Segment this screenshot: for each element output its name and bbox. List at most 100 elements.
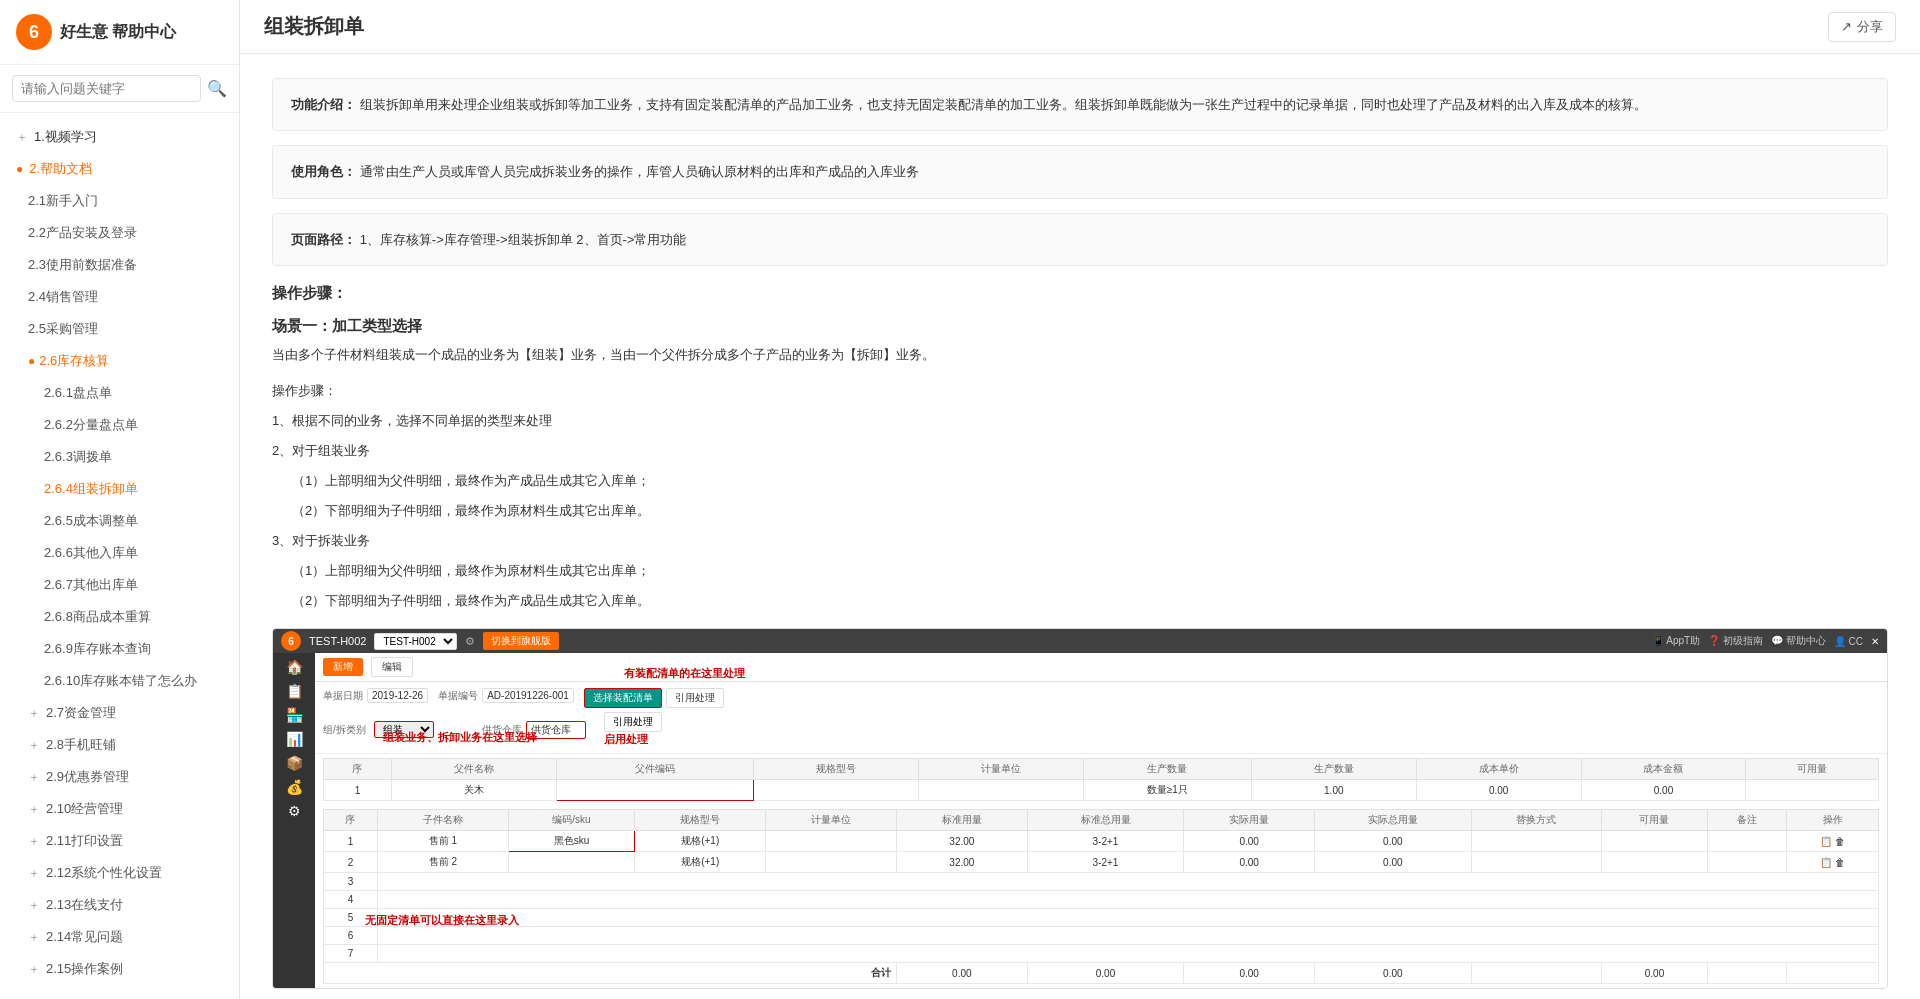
sidebar-item-otherinstock[interactable]: 2.6.6其他入库单	[0, 537, 239, 569]
intro-text: 功能介绍： 组装拆卸单用来处理企业组装或拆卸等加工业务，支持有固定装配清单的产品…	[291, 93, 1869, 116]
sidebar-item-splitstock[interactable]: 2.6.2分量盘点单	[0, 409, 239, 441]
mock-lower-table-area: 无固定清单可以直接在这里录入 序 子件名称 编码/sku 规格型号	[315, 805, 1887, 988]
sidebar-item-stockerror[interactable]: 2.6.10库存账本错了怎么办	[0, 665, 239, 697]
plus-icon-finance: ＋	[28, 705, 40, 722]
mock-annotation4: 无固定清单可以直接在这里录入	[365, 911, 519, 928]
steps-title: 操作步骤：	[272, 284, 1888, 303]
mock-parent-code-input[interactable]	[630, 785, 680, 796]
mock-close-icon[interactable]: ✕	[1871, 636, 1879, 647]
mock-billno-value: AD-20191226-001	[482, 688, 574, 703]
sidebar-item-cases[interactable]: ＋ 2.15操作案例	[0, 953, 239, 985]
mock-billno-label: 单据编号	[438, 689, 478, 703]
mock-money-icon[interactable]: 💰	[286, 779, 303, 795]
mock-doc-icon[interactable]: 📋	[286, 683, 303, 699]
mock-th-parent-name: 父件名称	[391, 759, 556, 780]
sidebar-item-costadj[interactable]: 2.6.5成本调整单	[0, 505, 239, 537]
mock-lower-row4: 4	[324, 891, 1879, 909]
role-block: 使用角色： 通常由生产人员或库管人员完成拆装业务的操作，库管人员确认原材料的出库…	[272, 145, 1888, 198]
sidebar-item-goodscost[interactable]: 2.6.8商品成本重算	[0, 601, 239, 633]
step3: 3、对于拆装业务	[272, 528, 1888, 554]
sidebar-item-video[interactable]: ＋ 1.视频学习	[0, 121, 239, 153]
mock-home-icon[interactable]: 🏠	[286, 659, 303, 675]
mock-assembly-field: 选择装配清单 引用处理 有装配清单的在这里处理	[584, 688, 724, 708]
mock-store-icon[interactable]: 🏪	[286, 707, 303, 723]
sidebar-item-help[interactable]: ● 2.帮助文档	[0, 153, 239, 185]
mock-tab-new[interactable]: 新增	[323, 658, 363, 676]
inventory-dot-icon: ●	[28, 354, 35, 368]
steps-title2: 操作步骤：	[272, 378, 1888, 404]
sidebar-item-stockquery[interactable]: 2.6.9库存账本查询	[0, 633, 239, 665]
search-area: 🔍	[0, 65, 239, 113]
mock-app-frame: 6 TEST-H002 TEST-H002 ⚙ 切换到旗舰版 📱 AppT助 ❓…	[272, 628, 1888, 989]
sidebar-item-sales[interactable]: 2.4销售管理	[0, 281, 239, 313]
sidebar-item-install[interactable]: 2.2产品安装及登录	[0, 217, 239, 249]
mock-help-icon: 💬 帮助中心	[1771, 634, 1826, 648]
mock-date-label: 单据日期	[323, 689, 363, 703]
sidebar-item-transfer[interactable]: 2.6.3调拨单	[0, 441, 239, 473]
plus-icon-coupon: ＋	[28, 769, 40, 786]
mock-user-icon: 👤 CC	[1834, 636, 1863, 647]
content-area: 功能介绍： 组装拆卸单用来处理企业组装或拆卸等加工业务，支持有固定装配清单的产品…	[240, 54, 1920, 999]
mock-lower-row2: 2 售前 2 规格(+1) 32.00 3-2+1 0.00 0.00	[324, 852, 1879, 873]
sidebar-item-assembly[interactable]: 2.6.4组装拆卸单	[0, 473, 239, 505]
sidebar-item-mobile[interactable]: ＋ 2.8手机旺铺	[0, 729, 239, 761]
step2: 2、对于组装业务	[272, 438, 1888, 464]
mock-billno-field: 单据编号 AD-20191226-001	[438, 688, 574, 703]
mock-lower-row6: 6	[324, 927, 1879, 945]
sidebar-item-onlinepay[interactable]: ＋ 2.13在线支付	[0, 889, 239, 921]
mock-th-seq: 序	[324, 759, 392, 780]
mock-settings2-icon[interactable]: ⚙	[288, 803, 301, 819]
mock-chart-icon[interactable]: 📊	[286, 731, 303, 747]
step1: 1、根据不同的业务，选择不同单据的类型来处理	[272, 408, 1888, 434]
plus-icon-operations: ＋	[28, 801, 40, 818]
nav-tree: ＋ 1.视频学习 ● 2.帮助文档 2.1新手入门 2.2产品安装及登录 2.3…	[0, 113, 239, 999]
scenario1-title: 场景一：加工类型选择	[272, 317, 1888, 336]
sidebar-item-coupon[interactable]: ＋ 2.9优惠券管理	[0, 761, 239, 793]
sidebar-item-newcomer[interactable]: 2.1新手入门	[0, 185, 239, 217]
search-input[interactable]	[12, 75, 201, 102]
sidebar-item-data[interactable]: 2.3使用前数据准备	[0, 249, 239, 281]
sidebar-item-otheroutstock[interactable]: 2.6.7其他出库单	[0, 569, 239, 601]
mock-logo: 6	[281, 631, 301, 651]
mock-tab-edit[interactable]: 编辑	[371, 657, 413, 677]
mock-apply-btn[interactable]: 引用处理	[666, 688, 724, 708]
mock-upper-table-area: 序 父件名称 父件编码 规格型号 计量单位 生产数量 生产数量 成本单价 成本金	[315, 754, 1887, 805]
sidebar-item-print[interactable]: ＋ 2.11打印设置	[0, 825, 239, 857]
mock-apply2-btn[interactable]: 引用处理	[604, 712, 662, 732]
mock-assembly-btn[interactable]: 选择装配清单	[584, 688, 662, 708]
sidebar-item-finance[interactable]: ＋ 2.7资金管理	[0, 697, 239, 729]
share-icon: ↗	[1841, 19, 1852, 34]
sidebar-item-faq[interactable]: ＋ 2.14常见问题	[0, 921, 239, 953]
share-button[interactable]: ↗ 分享	[1828, 12, 1896, 42]
sidebar-item-purchase[interactable]: 2.5采购管理	[0, 313, 239, 345]
mock-company: TEST-H002	[309, 635, 366, 647]
intro-block: 功能介绍： 组装拆卸单用来处理企业组装或拆卸等加工业务，支持有固定装配清单的产品…	[272, 78, 1888, 131]
mock-topbar-right: 📱 AppT助 ❓ 初级指南 💬 帮助中心 👤 CC ✕	[1652, 634, 1879, 648]
sidebar-item-stocktake[interactable]: 2.6.1盘点单	[0, 377, 239, 409]
step3-2: （2）下部明细为子件明细，最终作为产成品生成其它入库单。	[272, 588, 1888, 614]
mock-main-content: 新增 编辑 单据日期 2019-12-26 单据编号	[315, 653, 1887, 988]
sidebar-item-inventory[interactable]: ● 2.6库存核算	[0, 345, 239, 377]
mock-lower-row3: 3	[324, 873, 1879, 891]
mock-upper-row1: 1 关木 数量≥1只 1.00	[324, 780, 1879, 801]
mock-upper-table: 序 父件名称 父件编码 规格型号 计量单位 生产数量 生产数量 成本单价 成本金	[323, 758, 1879, 801]
mock-box-icon[interactable]: 📦	[286, 755, 303, 771]
mock-th-unit: 计量单位	[918, 759, 1083, 780]
mock-company-select[interactable]: TEST-H002	[374, 633, 457, 650]
logo-icon: 6	[16, 14, 52, 50]
logo-area: 6 好生意 帮助中心	[0, 0, 239, 65]
plus-icon-customize: ＋	[28, 865, 40, 882]
mock-guide-icon: ❓ 初级指南	[1708, 634, 1763, 648]
mock-nav-btn[interactable]: 切换到旗舰版	[483, 632, 559, 650]
search-button[interactable]: 🔍	[207, 79, 227, 98]
sidebar-item-operations[interactable]: ＋ 2.10经营管理	[0, 793, 239, 825]
sidebar-item-customize[interactable]: ＋ 2.12系统个性化设置	[0, 857, 239, 889]
sidebar: 6 好生意 帮助中心 🔍 ＋ 1.视频学习 ● 2.帮助文档 2.1新手入门 2…	[0, 0, 240, 999]
mock-annotation3: 启用处理	[604, 732, 662, 747]
mock-th-avail: 可用量	[1746, 759, 1879, 780]
mock-th-spec: 规格型号	[753, 759, 918, 780]
mock-lower-table: 序 子件名称 编码/sku 规格型号 计量单位 标准用量 标准总用量 实际用量	[323, 809, 1879, 984]
main-area: 组装拆卸单 ↗ 分享 功能介绍： 组装拆卸单用来处理企业组装或拆卸等加工业务，支…	[240, 0, 1920, 999]
mock-annotation1: 有装配清单的在这里处理	[624, 666, 745, 681]
page-title: 组装拆卸单	[264, 13, 364, 40]
